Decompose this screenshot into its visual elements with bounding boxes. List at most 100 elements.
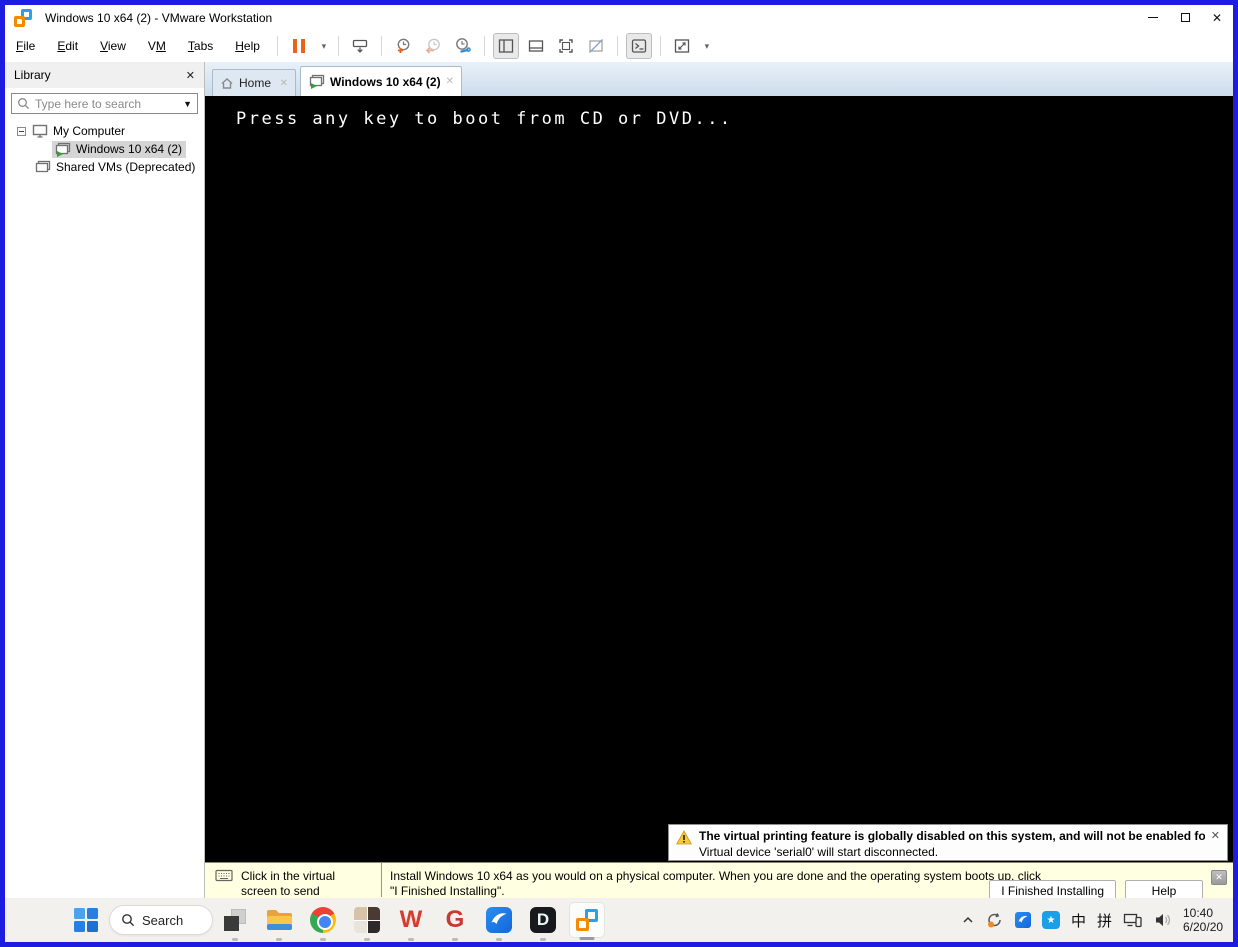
install-hint: Install Windows 10 x64 as you would on a… — [390, 869, 1042, 898]
tray-feishu[interactable] — [1015, 912, 1031, 928]
toolbar-separator — [484, 36, 485, 56]
speaker-icon — [1154, 912, 1172, 928]
menu-view[interactable]: View — [89, 30, 137, 62]
send-ctrl-alt-del-button[interactable] — [347, 33, 373, 59]
start-button[interactable] — [69, 903, 103, 937]
task-view-icon — [223, 908, 247, 932]
vmware-workstation-window: Windows 10 x64 (2) - VMware Workstation … — [0, 0, 1238, 947]
taskbar-clock[interactable]: 10:40 6/20/20 — [1183, 906, 1231, 934]
tab-windows10-vm[interactable]: Windows 10 x64 (2) ✕ — [300, 66, 462, 96]
finished-installing-button[interactable]: I Finished Installing — [989, 880, 1116, 898]
library-panel: Library ✕ ▼ My Computer Windows 1 — [5, 62, 205, 898]
taskbar-app-wps[interactable]: W — [393, 902, 429, 938]
library-search-box[interactable]: ▼ — [11, 93, 198, 114]
ime-pinyin-indicator[interactable]: 拼 — [1097, 910, 1112, 931]
chevron-down-icon: ▾ — [705, 41, 710, 52]
menu-edit[interactable]: Edit — [46, 30, 89, 62]
toolbar-separator — [338, 36, 339, 56]
system-tray: ★ 中 拼 10:40 6/20/20 — [961, 906, 1233, 934]
menu-vm[interactable]: VM — [137, 30, 177, 62]
taskbar-search[interactable]: Search — [109, 905, 213, 935]
pause-vm-button[interactable] — [286, 33, 312, 59]
maximize-button[interactable] — [1169, 5, 1201, 30]
keyboard-icon — [215, 869, 234, 887]
close-icon: ✕ — [1212, 11, 1222, 25]
menu-file[interactable]: File — [5, 30, 46, 62]
notification-title: The virtual printing feature is globally… — [699, 828, 1205, 844]
tab-home[interactable]: Home ✕ — [212, 69, 296, 96]
vm-console-screen[interactable]: Press any key to boot from CD or DVD... … — [205, 96, 1233, 862]
take-snapshot-button[interactable] — [390, 33, 416, 59]
taskbar-app-feishu[interactable] — [481, 902, 517, 938]
menu-toolbar: File Edit View VM Tabs Help ▾ — [5, 30, 1233, 62]
tab-close-icon[interactable]: ✕ — [280, 78, 288, 89]
taskbar-app-desktop[interactable] — [217, 902, 253, 938]
manage-snapshots-button[interactable] — [450, 33, 476, 59]
search-label: Search — [142, 913, 183, 928]
taskbar-app-g[interactable]: G — [437, 902, 473, 938]
tab-close-icon[interactable]: ✕ — [446, 76, 454, 87]
chevron-down-icon: ▾ — [322, 41, 327, 52]
minimize-icon — [1148, 17, 1158, 18]
full-screen-button[interactable] — [553, 33, 579, 59]
shared-vms-icon — [34, 160, 51, 174]
cast-device-button[interactable] — [1123, 912, 1143, 929]
minimize-button[interactable] — [1137, 5, 1169, 30]
cast-device-icon — [1123, 912, 1143, 929]
clock-date: 6/20/20 — [1183, 920, 1231, 934]
tray-overflow-button[interactable] — [961, 914, 975, 926]
toolbar-separator — [660, 36, 661, 56]
library-close-button[interactable]: ✕ — [186, 69, 195, 82]
feishu-icon — [486, 907, 512, 933]
tree-item-my-computer[interactable]: My Computer — [5, 122, 204, 140]
console-view-button[interactable] — [626, 33, 652, 59]
show-thumbnail-bar-button[interactable] — [523, 33, 549, 59]
show-library-icon — [497, 37, 515, 55]
taskbar-app-chrome[interactable] — [305, 902, 341, 938]
unity-mode-icon — [587, 37, 605, 55]
vmware-icon — [576, 909, 598, 931]
close-button[interactable]: ✕ — [1201, 5, 1233, 30]
power-options-dropdown[interactable]: ▾ — [316, 33, 330, 59]
revert-snapshot-button[interactable] — [420, 33, 446, 59]
notification-bar: The virtual printing feature is globally… — [668, 824, 1228, 861]
show-library-button[interactable] — [493, 33, 519, 59]
notification-close-icon[interactable]: ✕ — [1211, 829, 1220, 842]
tree-item-shared-vms[interactable]: Shared VMs (Deprecated) — [5, 158, 204, 176]
d-app-icon: D — [530, 907, 556, 933]
window-controls: ✕ — [1137, 5, 1233, 30]
stretch-options-dropdown[interactable]: ▾ — [699, 33, 713, 59]
help-button[interactable]: Help — [1125, 880, 1203, 898]
toolbar-separator — [617, 36, 618, 56]
toolbar-separator — [277, 36, 278, 56]
menu-help[interactable]: Help — [224, 30, 271, 62]
stretch-guest-button[interactable] — [669, 33, 695, 59]
tray-messenger[interactable]: ★ — [1042, 911, 1060, 929]
notification-detail: Virtual device 'serial0' will start disc… — [699, 844, 1205, 860]
taskbar-app-photos[interactable] — [349, 902, 385, 938]
manage-snapshots-icon — [454, 37, 472, 55]
collapse-icon[interactable] — [17, 127, 26, 136]
hint-close-button[interactable]: ✕ — [1211, 870, 1227, 885]
photo-grid-icon — [354, 907, 380, 933]
taskbar-app-file-explorer[interactable] — [261, 902, 297, 938]
search-dropdown-icon[interactable]: ▼ — [183, 99, 192, 109]
notification-text: The virtual printing feature is globally… — [699, 828, 1205, 860]
search-input[interactable] — [35, 97, 183, 111]
ime-mode-indicator[interactable]: 中 — [1071, 910, 1086, 931]
taskbar-app-vmware[interactable] — [569, 902, 605, 938]
hint-bar: Click in the virtual screen to send keys… — [205, 862, 1233, 898]
windows-taskbar: Search W G — [5, 898, 1233, 942]
unity-mode-button[interactable] — [583, 33, 609, 59]
tray-sync-app[interactable] — [986, 911, 1004, 929]
taskbar-app-d[interactable]: D — [525, 902, 561, 938]
menu-tabs[interactable]: Tabs — [177, 30, 224, 62]
tree-item-windows10-vm[interactable]: Windows 10 x64 (2) — [5, 140, 204, 158]
pause-icon — [291, 39, 307, 53]
chevron-up-icon — [961, 914, 975, 926]
hint-buttons: I Finished Installing Help — [989, 880, 1203, 898]
volume-button[interactable] — [1154, 912, 1172, 928]
windows-logo-icon — [73, 907, 99, 933]
tree-item-label: Shared VMs (Deprecated) — [56, 160, 195, 174]
vm-region: Home ✕ Windows 10 x64 (2) ✕ Press any ke… — [205, 62, 1233, 898]
